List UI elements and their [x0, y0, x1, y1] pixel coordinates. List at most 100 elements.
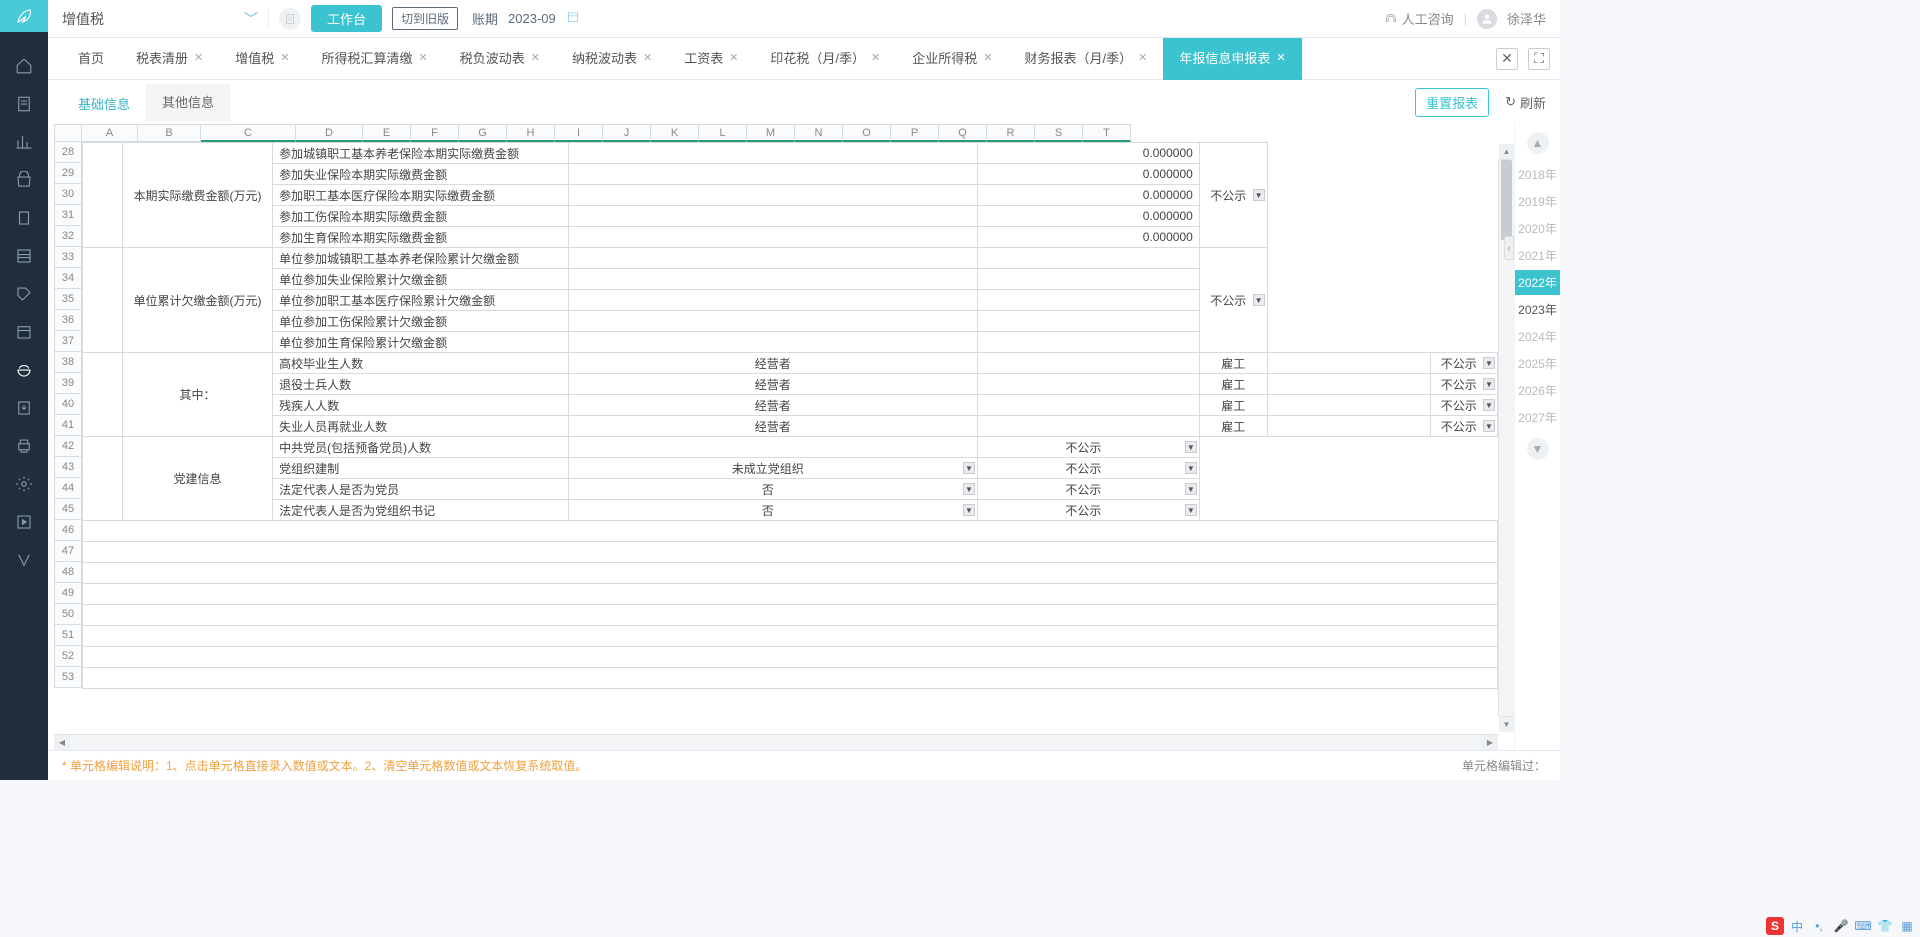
tab-1[interactable]: 税表清册✕: [120, 38, 219, 80]
yearnav-down-button[interactable]: ▼: [1527, 438, 1549, 460]
tab-close-icon[interactable]: ✕: [983, 51, 992, 64]
year-2021年[interactable]: 2021年: [1515, 243, 1561, 268]
ime-s-icon[interactable]: S: [1766, 917, 1784, 935]
tab-6[interactable]: 工资表✕: [668, 38, 754, 80]
nav-v[interactable]: [0, 548, 48, 572]
row-52[interactable]: 52: [54, 646, 82, 667]
consult-button[interactable]: 人工咨询: [1384, 9, 1454, 28]
scroll-down-button[interactable]: ▼: [1499, 716, 1514, 732]
switch-old-button[interactable]: 切到旧版: [392, 7, 458, 30]
col-I[interactable]: I: [555, 124, 603, 142]
tab-5[interactable]: 纳税波动表✕: [556, 38, 668, 80]
year-2024年[interactable]: 2024年: [1515, 324, 1561, 349]
g4-value-3[interactable]: 否▼: [568, 500, 977, 521]
year-2019年[interactable]: 2019年: [1515, 189, 1561, 214]
col-Q[interactable]: Q: [939, 124, 987, 142]
nav-play[interactable]: [0, 510, 48, 534]
col-A[interactable]: A: [82, 124, 138, 142]
col-D[interactable]: D: [296, 124, 363, 142]
g2-value-4[interactable]: [977, 332, 1199, 353]
close-all-tabs-button[interactable]: ✕: [1496, 48, 1518, 70]
tab-close-icon[interactable]: ✕: [643, 51, 652, 64]
nav-home[interactable]: [0, 54, 48, 78]
ime-zh-icon[interactable]: 中: [1788, 917, 1806, 935]
col-K[interactable]: K: [651, 124, 699, 142]
tab-close-icon[interactable]: ✕: [1138, 51, 1147, 64]
g1-gap-1[interactable]: [568, 164, 977, 185]
g1-gap-3[interactable]: [568, 206, 977, 227]
workspace-button[interactable]: 工作台: [311, 5, 382, 32]
refresh-button[interactable]: ↻ 刷新: [1505, 93, 1546, 112]
year-2022年[interactable]: 2022年: [1515, 270, 1561, 295]
yearnav-handle[interactable]: ‹: [1504, 236, 1514, 260]
subtab-basic[interactable]: 基础信息: [62, 84, 146, 121]
row-30[interactable]: 30: [54, 184, 82, 205]
nav-bowl[interactable]: [0, 358, 48, 382]
tab-close-icon[interactable]: ✕: [1276, 51, 1285, 64]
row-53[interactable]: 53: [54, 667, 82, 688]
col-T[interactable]: T: [1083, 124, 1131, 142]
row-43[interactable]: 43: [54, 457, 82, 478]
g2-gap-0[interactable]: [568, 248, 977, 269]
avatar[interactable]: [1477, 9, 1497, 29]
scroll-up-button[interactable]: ▲: [1499, 144, 1514, 160]
g3-av-1[interactable]: [977, 374, 1199, 395]
row-47[interactable]: 47: [54, 541, 82, 562]
g1-value-1[interactable]: 0.000000: [977, 164, 1199, 185]
g3-public-0[interactable]: 不公示▼: [1430, 353, 1497, 374]
corner-cell[interactable]: [54, 124, 82, 142]
col-F[interactable]: F: [411, 124, 459, 142]
ime-skin-icon[interactable]: 👕: [1876, 917, 1894, 935]
g3-public-2[interactable]: 不公示▼: [1430, 395, 1497, 416]
row-28[interactable]: 28: [54, 142, 82, 163]
col-E[interactable]: E: [363, 124, 411, 142]
col-P[interactable]: P: [891, 124, 939, 142]
tab-2[interactable]: 增值税✕: [219, 38, 305, 80]
row-45[interactable]: 45: [54, 499, 82, 520]
g1-gap-0[interactable]: [568, 143, 977, 164]
row-48[interactable]: 48: [54, 562, 82, 583]
dropdown-arrow-icon[interactable]: ▼: [963, 504, 975, 516]
reset-report-button[interactable]: 重置报表: [1415, 88, 1489, 117]
tab-9[interactable]: 财务报表（月/季）✕: [1009, 38, 1164, 80]
row-31[interactable]: 31: [54, 205, 82, 226]
nav-clipboard[interactable]: [0, 206, 48, 230]
g4-value-2[interactable]: 否▼: [568, 479, 977, 500]
scroll-right-button[interactable]: ▶: [1482, 735, 1498, 751]
empty-row-51[interactable]: [83, 626, 1498, 647]
g2-value-1[interactable]: [977, 269, 1199, 290]
nav-grid[interactable]: [0, 244, 48, 268]
g3-av-2[interactable]: [977, 395, 1199, 416]
row-36[interactable]: 36: [54, 310, 82, 331]
nav-doc[interactable]: [0, 92, 48, 116]
col-G[interactable]: G: [459, 124, 507, 142]
period-value[interactable]: 2023-09: [508, 11, 556, 26]
g2-gap-1[interactable]: [568, 269, 977, 290]
row-37[interactable]: 37: [54, 331, 82, 352]
dropdown-arrow-icon[interactable]: ▼: [1483, 399, 1495, 411]
row-32[interactable]: 32: [54, 226, 82, 247]
module-select[interactable]: 增值税 ﹀: [62, 9, 269, 29]
col-H[interactable]: H: [507, 124, 555, 142]
g2-public[interactable]: 不公示▼: [1199, 248, 1267, 353]
dropdown-arrow-icon[interactable]: ▼: [1483, 420, 1495, 432]
g4-public-2[interactable]: 不公示▼: [977, 479, 1199, 500]
g3-bv-2[interactable]: [1267, 395, 1430, 416]
col-R[interactable]: R: [987, 124, 1035, 142]
row-50[interactable]: 50: [54, 604, 82, 625]
col-J[interactable]: J: [603, 124, 651, 142]
nav-calendar[interactable]: [0, 320, 48, 344]
g4-public-3[interactable]: 不公示▼: [977, 500, 1199, 521]
ime-punct-icon[interactable]: •,: [1810, 917, 1828, 935]
dropdown-arrow-icon[interactable]: ▼: [1253, 189, 1265, 201]
tab-10[interactable]: 年报信息申报表✕: [1163, 38, 1301, 80]
row-34[interactable]: 34: [54, 268, 82, 289]
row-44[interactable]: 44: [54, 478, 82, 499]
dropdown-arrow-icon[interactable]: ▼: [1483, 378, 1495, 390]
row-42[interactable]: 42: [54, 436, 82, 457]
year-2020年[interactable]: 2020年: [1515, 216, 1561, 241]
nav-print[interactable]: [0, 434, 48, 458]
g4-value-1[interactable]: 未成立党组织▼: [568, 458, 977, 479]
col-S[interactable]: S: [1035, 124, 1083, 142]
ime-mic-icon[interactable]: 🎤: [1832, 917, 1850, 935]
